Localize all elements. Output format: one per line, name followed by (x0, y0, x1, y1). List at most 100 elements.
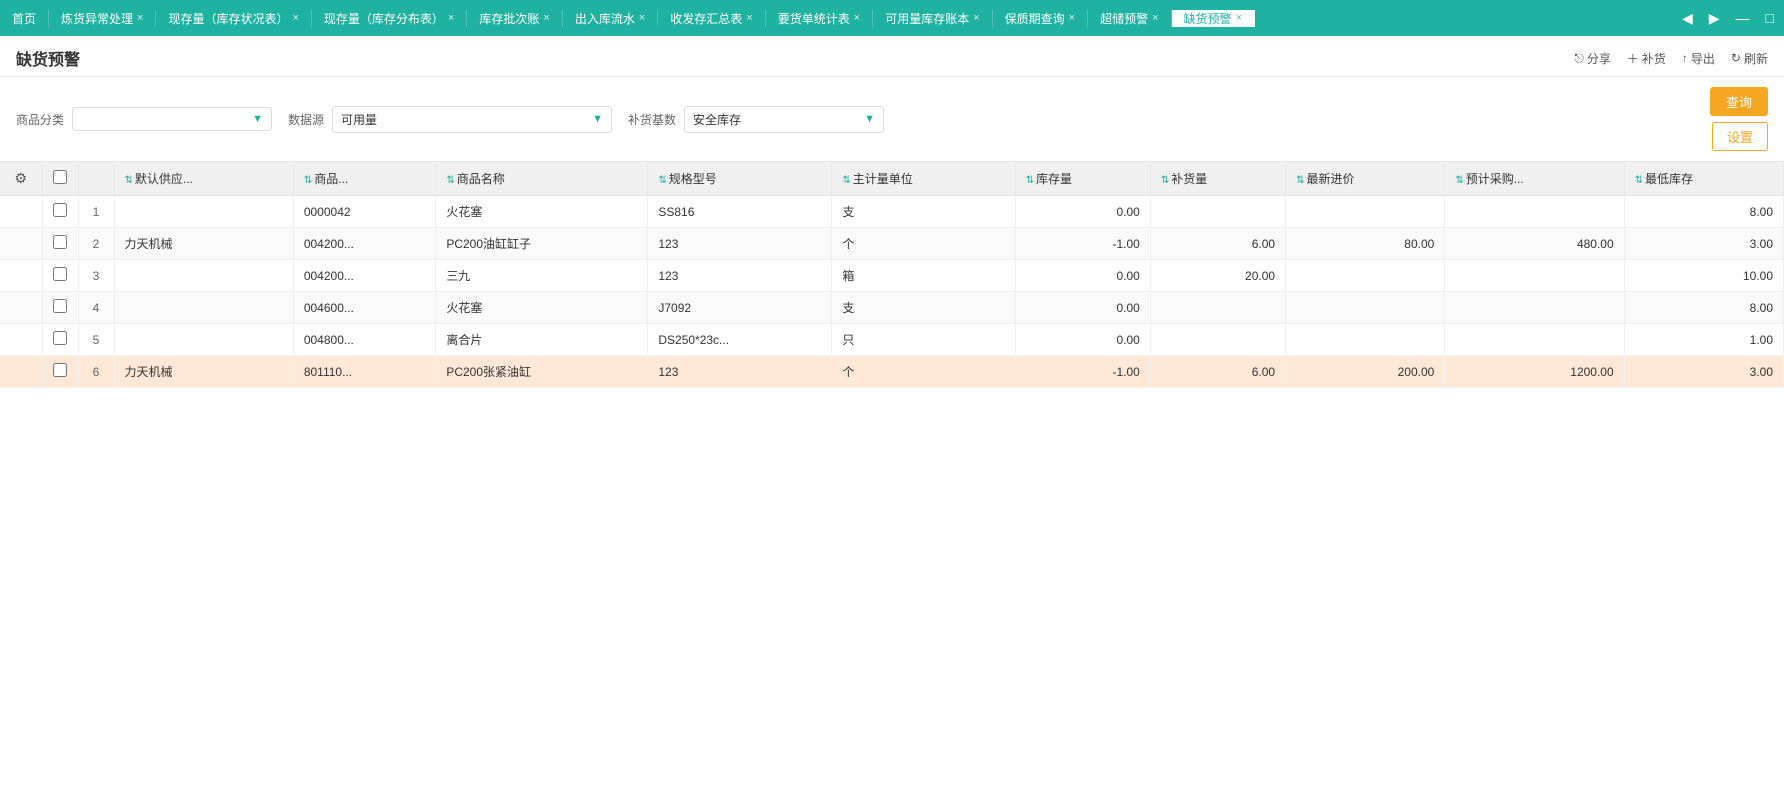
tab-available-ledger[interactable]: 可用量库存账本× (873, 10, 992, 27)
row-checkbox-3[interactable] (53, 299, 67, 313)
tab-close-available-ledger[interactable]: × (973, 12, 979, 24)
row-supplier (114, 324, 293, 356)
row-unit: 箱 (832, 260, 1015, 292)
tab-home[interactable]: 首页 (0, 10, 49, 27)
select-all-checkbox[interactable] (53, 170, 67, 184)
col-header-product_name[interactable]: ⇅商品名称 (436, 162, 648, 196)
col-header-stock[interactable]: ⇅库存量 (1015, 162, 1150, 196)
tab-inventory-status[interactable]: 现存量（库存状况表）× (156, 10, 311, 27)
export-action[interactable]: ↑ 导出 (1682, 50, 1715, 67)
tab-maximize-btn[interactable]: □ (1760, 8, 1780, 28)
replenish-action[interactable]: ＋ 补货 (1627, 50, 1666, 67)
table-row[interactable]: 3004200...三九123箱0.0020.0010.00 (0, 260, 1784, 292)
tab-label-inout-flow: 出入库流水 (575, 10, 635, 27)
row-replenish-qty (1150, 292, 1285, 324)
share-label: 分享 (1587, 50, 1611, 67)
category-value (81, 112, 181, 126)
col-header-default_supplier[interactable]: ⇅默认供应... (114, 162, 293, 196)
tab-close-inout-flow[interactable]: × (639, 12, 645, 24)
share-icon: ⎋ (1574, 51, 1584, 66)
row-check-cell[interactable] (42, 356, 78, 388)
row-estimated-purchase: 480.00 (1445, 228, 1624, 260)
row-unit: 支 (832, 292, 1015, 324)
tab-shortage[interactable]: 缺货预警× (1172, 10, 1255, 27)
row-check-cell[interactable] (42, 228, 78, 260)
table-row[interactable]: 6力天机械801110...PC200张紧油缸123个-1.006.00200.… (0, 356, 1784, 388)
col-header-spec[interactable]: ⇅规格型号 (648, 162, 832, 196)
query-button[interactable]: 查询 (1710, 87, 1768, 116)
tab-close-exception[interactable]: × (137, 12, 143, 24)
row-checkbox-1[interactable] (53, 235, 67, 249)
col-header-unit[interactable]: ⇅主计量单位 (832, 162, 1015, 196)
row-check-cell[interactable] (42, 292, 78, 324)
replenish-base-select[interactable]: 安全库存 ▼ (684, 106, 884, 133)
row-checkbox-4[interactable] (53, 331, 67, 345)
tab-inventory-dist[interactable]: 现存量（库存分布表）× (312, 10, 467, 27)
tab-label-batch-account: 库存批次账 (479, 10, 539, 27)
tab-minimize-btn[interactable]: — (1730, 8, 1756, 28)
refresh-action[interactable]: ↻ 刷新 (1731, 50, 1768, 67)
row-replenish-qty (1150, 324, 1285, 356)
row-replenish-qty (1150, 196, 1285, 228)
table-row[interactable]: 4004600...火花塞J7092支0.008.00 (0, 292, 1784, 324)
tab-next-btn[interactable]: ▶ (1703, 8, 1726, 29)
tab-close-collect-summary[interactable]: × (746, 12, 752, 24)
row-index: 1 (78, 196, 114, 228)
col-header-replenish_qty[interactable]: ⇅补货量 (1150, 162, 1285, 196)
sort-icon-spec: ⇅ (658, 175, 666, 186)
row-product-code: 004800... (293, 324, 436, 356)
tab-exception[interactable]: 炼货异常处理 × (49, 10, 156, 27)
row-check-cell[interactable] (42, 260, 78, 292)
row-estimated-purchase (1445, 324, 1624, 356)
col-header-product_code[interactable]: ⇅商品... (293, 162, 436, 196)
settings-gear-icon[interactable]: ⚙ (14, 170, 27, 186)
tab-expiry-query[interactable]: 保质期查询 × (993, 10, 1088, 27)
col-header-estimated_purchase[interactable]: ⇅预计采购... (1445, 162, 1624, 196)
category-select[interactable]: ▼ (72, 107, 272, 131)
tab-close-inventory-status[interactable]: × (292, 12, 298, 24)
tab-close-inventory-dist[interactable]: × (448, 12, 454, 24)
table-row[interactable]: 5004800...离合片DS250*23c...只0.001.00 (0, 324, 1784, 356)
row-unit: 只 (832, 324, 1015, 356)
row-unit: 个 (832, 356, 1015, 388)
row-latest-price (1286, 196, 1445, 228)
row-product-code: 0000042 (293, 196, 436, 228)
share-action[interactable]: ⎋ 分享 (1574, 50, 1611, 67)
settings-button[interactable]: 设置 (1712, 122, 1768, 151)
row-estimated-purchase: 1200.00 (1445, 356, 1624, 388)
table-row[interactable]: 2力天机械004200...PC200油缸缸子123个-1.006.0080.0… (0, 228, 1784, 260)
row-replenish-qty: 6.00 (1150, 356, 1285, 388)
replenish-base-label: 补货基数 (628, 111, 676, 128)
row-check-cell[interactable] (42, 196, 78, 228)
row-spec: 123 (648, 356, 832, 388)
row-spec: SS816 (648, 196, 832, 228)
row-checkbox-0[interactable] (53, 203, 67, 217)
col-header-latest_price[interactable]: ⇅最新进价 (1286, 162, 1445, 196)
replenish-label: 补货 (1642, 50, 1666, 67)
tab-req-stat[interactable]: 要货单统计表× (766, 10, 873, 27)
tab-close-expiry-query[interactable]: × (1069, 12, 1075, 24)
filter-btn-group: 查询 设置 (1710, 87, 1768, 151)
tab-collect-summary[interactable]: 收发存汇总表× (658, 10, 765, 27)
row-stock: -1.00 (1015, 228, 1150, 260)
row-check-cell[interactable] (42, 324, 78, 356)
table-row[interactable]: 10000042火花塞SS816支0.008.00 (0, 196, 1784, 228)
tab-batch-account[interactable]: 库存批次账 × (467, 10, 562, 27)
tab-close-req-stat[interactable]: × (854, 12, 860, 24)
tab-overstock[interactable]: 超储预警× (1088, 10, 1171, 27)
tab-label-exception: 炼货异常处理 (61, 10, 133, 27)
row-checkbox-5[interactable] (53, 363, 67, 377)
tab-close-overstock[interactable]: × (1152, 12, 1158, 24)
datasource-select[interactable]: 可用量 ▼ (332, 106, 612, 133)
tab-prev-btn[interactable]: ◀ (1676, 8, 1699, 29)
col-header-min_stock[interactable]: ⇅最低库存 (1624, 162, 1783, 196)
datasource-filter-group: 数据源 可用量 ▼ (288, 106, 612, 133)
row-min-stock: 8.00 (1624, 292, 1783, 324)
tab-close-shortage[interactable]: × (1236, 12, 1242, 24)
tab-inout-flow[interactable]: 出入库流水 × (563, 10, 658, 27)
table-container: ⚙⇅默认供应...⇅商品...⇅商品名称⇅规格型号⇅主计量单位⇅库存量⇅补货量⇅… (0, 162, 1784, 388)
row-checkbox-2[interactable] (53, 267, 67, 281)
tab-label-expiry-query: 保质期查询 (1005, 10, 1065, 27)
row-index: 2 (78, 228, 114, 260)
tab-close-batch-account[interactable]: × (543, 12, 549, 24)
